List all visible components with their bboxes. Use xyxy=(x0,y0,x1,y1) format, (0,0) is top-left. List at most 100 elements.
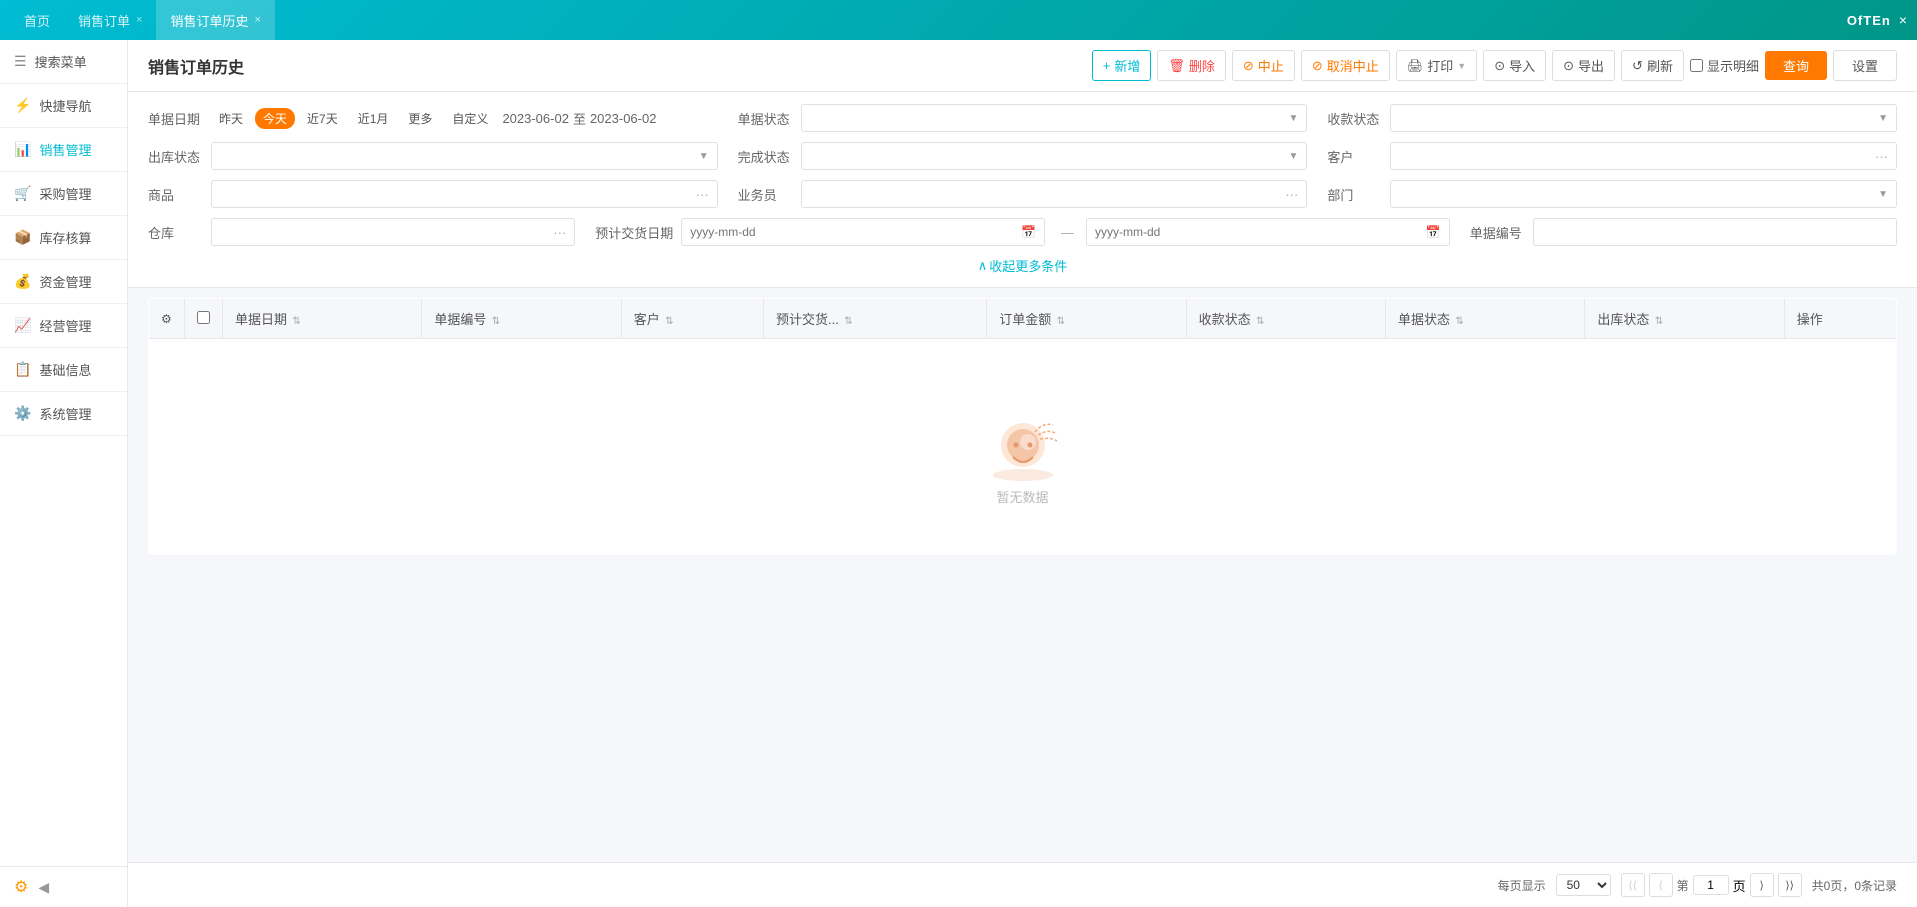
receipt-status-label: 收款状态 xyxy=(1327,109,1382,128)
th-bill-status[interactable]: 单据状态 ⇅ xyxy=(1386,299,1585,339)
export-button[interactable]: ⊙ 导出 xyxy=(1552,50,1615,81)
topbar-close-icon[interactable]: × xyxy=(1899,12,1907,28)
settings-bottom-icon[interactable]: ⚙ xyxy=(14,877,28,897)
filter-row-1: 单据日期 昨天 今天 近7天 近1月 更多 自定义 2023-06-02 至 xyxy=(148,104,1897,132)
stop-button[interactable]: ⊘ 中止 xyxy=(1232,50,1295,81)
collapse-row: ∧ 收起更多条件 xyxy=(148,256,1897,275)
goods-ellipsis[interactable]: ··· xyxy=(696,187,709,202)
delete-button[interactable]: 🗑 删除 xyxy=(1157,50,1226,81)
sidebar-item-stock-calc[interactable]: 📦 库存核算 xyxy=(0,216,127,260)
sidebar-item-finance-mgmt[interactable]: 💰 资金管理 xyxy=(0,260,127,304)
out-status-select[interactable]: ▼ xyxy=(211,142,718,170)
set-button[interactable]: 设置 xyxy=(1833,50,1897,81)
complete-status-chevron: ▼ xyxy=(1288,151,1298,162)
bill-status-label: 单据状态 xyxy=(738,109,793,128)
sidebar-item-base-info[interactable]: 📋 基础信息 xyxy=(0,348,127,392)
export-label: 导出 xyxy=(1578,56,1604,75)
calendar-to-icon[interactable]: 📅 xyxy=(1426,225,1441,239)
salesperson-ellipsis[interactable]: ··· xyxy=(1285,187,1298,202)
sidebar-item-sales-mgmt[interactable]: 📊 销售管理 xyxy=(0,128,127,172)
tab-sales-order-history[interactable]: 销售订单历史 × xyxy=(156,0,274,40)
sidebar-item-quick-nav[interactable]: ⚡ 快捷导航 xyxy=(0,84,127,128)
th-settings[interactable]: ⚙ xyxy=(149,299,185,339)
th-check[interactable] xyxy=(185,299,223,339)
bill-date-sort-icon: ⇅ xyxy=(292,316,300,327)
th-receipt-status[interactable]: 收款状态 ⇅ xyxy=(1186,299,1385,339)
page-size-select[interactable]: 20 50 100 200 xyxy=(1556,874,1611,896)
order-amount-sort-icon: ⇅ xyxy=(1057,316,1065,327)
collapse-filters-btn[interactable]: ∧ 收起更多条件 xyxy=(978,256,1068,275)
expected-date-from-input[interactable] xyxy=(690,225,1021,239)
th-expected-date-label: 预计交货... xyxy=(776,312,839,327)
th-bill-no[interactable]: 单据编号 ⇅ xyxy=(422,299,621,339)
date-tab-1month[interactable]: 近1月 xyxy=(350,108,397,129)
date-tab-7days[interactable]: 近7天 xyxy=(299,108,346,129)
bill-status-select[interactable]: ▼ xyxy=(801,104,1308,132)
prev-page-button[interactable]: ⟨ xyxy=(1649,873,1673,897)
goods-input[interactable]: ··· xyxy=(211,180,718,208)
collapse-sidebar-icon[interactable]: ◀ xyxy=(38,879,49,896)
tab-home[interactable]: 首页 xyxy=(10,0,64,40)
bill-no-input[interactable] xyxy=(1533,218,1897,246)
quick-nav-icon: ⚡ xyxy=(14,97,31,114)
page-unit: 页 xyxy=(1733,876,1746,895)
query-button[interactable]: 查询 xyxy=(1765,51,1827,80)
dept-select[interactable]: ▼ xyxy=(1390,180,1897,208)
page-number-input[interactable] xyxy=(1693,875,1729,895)
last-page-button[interactable]: ⟩⟩ xyxy=(1778,873,1802,897)
show-details-input[interactable] xyxy=(1690,59,1703,72)
sidebar-item-search-menu[interactable]: ☰ 搜索菜单 xyxy=(0,40,127,84)
th-customer[interactable]: 客户 ⇅ xyxy=(621,299,763,339)
cancel-stop-label: 取消中止 xyxy=(1327,56,1379,75)
sidebar-item-ops-mgmt[interactable]: 📈 经营管理 xyxy=(0,304,127,348)
calendar-from-icon[interactable]: 📅 xyxy=(1021,225,1036,239)
date-tab-custom[interactable]: 自定义 xyxy=(444,108,496,129)
show-details-checkbox[interactable]: 显示明细 xyxy=(1690,56,1759,75)
bill-no-text-input[interactable] xyxy=(1542,225,1888,239)
tab-sales-order[interactable]: 销售订单 × xyxy=(64,0,156,40)
print-dropdown-icon: ▼ xyxy=(1457,61,1466,71)
expected-date-to[interactable]: 📅 xyxy=(1086,218,1450,246)
customer-input[interactable]: ··· xyxy=(1390,142,1897,170)
topbar-right: OfTEn × xyxy=(1847,12,1907,28)
tab-sales-order-label: 销售订单 xyxy=(78,11,130,30)
complete-status-select[interactable]: ▼ xyxy=(801,142,1308,170)
date-tab-more[interactable]: 更多 xyxy=(400,108,440,129)
date-tab-yesterday[interactable]: 昨天 xyxy=(211,108,251,129)
finance-mgmt-icon: 💰 xyxy=(14,273,31,290)
tab-sales-order-close[interactable]: × xyxy=(136,14,142,26)
th-expected-date[interactable]: 预计交货... ⇅ xyxy=(764,299,987,339)
th-bill-no-label: 单据编号 xyxy=(434,312,486,327)
tab-home-label: 首页 xyxy=(24,11,50,30)
cancel-stop-icon: ⊘ xyxy=(1312,58,1323,74)
customer-ellipsis[interactable]: ··· xyxy=(1875,149,1888,164)
first-page-button[interactable]: ⟨⟨ xyxy=(1621,873,1645,897)
th-out-status[interactable]: 出库状态 ⇅ xyxy=(1585,299,1784,339)
sidebar-item-sys-mgmt[interactable]: ⚙️ 系统管理 xyxy=(0,392,127,436)
filter-goods: 商品 ··· xyxy=(148,180,718,208)
refresh-button[interactable]: ↺ 刷新 xyxy=(1621,50,1684,81)
th-order-amount[interactable]: 订单金额 ⇅ xyxy=(987,299,1186,339)
select-all-checkbox[interactable] xyxy=(197,311,210,324)
next-page-button[interactable]: ⟩ xyxy=(1750,873,1774,897)
th-receipt-status-label: 收款状态 xyxy=(1199,312,1251,327)
salesperson-input[interactable]: ··· xyxy=(801,180,1308,208)
sidebar-item-purchase-mgmt[interactable]: 🛒 采购管理 xyxy=(0,172,127,216)
date-tab-today[interactable]: 今天 xyxy=(255,108,295,129)
complete-status-label: 完成状态 xyxy=(738,147,793,166)
delete-icon: 🗑 xyxy=(1168,58,1185,74)
filter-row-2: 出库状态 ▼ 完成状态 ▼ 客户 xyxy=(148,142,1897,170)
print-button[interactable]: 🖨 打印 ▼ xyxy=(1396,50,1477,81)
receipt-status-select[interactable]: ▼ xyxy=(1390,104,1897,132)
warehouse-ellipsis[interactable]: ··· xyxy=(553,225,566,240)
import-label: 导入 xyxy=(1509,56,1535,75)
expected-date-from[interactable]: 📅 xyxy=(681,218,1045,246)
new-label: 新增 xyxy=(1114,56,1140,75)
cancel-stop-button[interactable]: ⊘ 取消中止 xyxy=(1301,50,1390,81)
tab-sales-order-history-close[interactable]: × xyxy=(254,14,260,26)
expected-date-to-input[interactable] xyxy=(1095,225,1426,239)
new-button[interactable]: + 新增 xyxy=(1092,50,1152,81)
th-bill-date[interactable]: 单据日期 ⇅ xyxy=(223,299,422,339)
warehouse-input[interactable]: ··· xyxy=(211,218,575,246)
import-button[interactable]: ⊙ 导入 xyxy=(1483,50,1546,81)
